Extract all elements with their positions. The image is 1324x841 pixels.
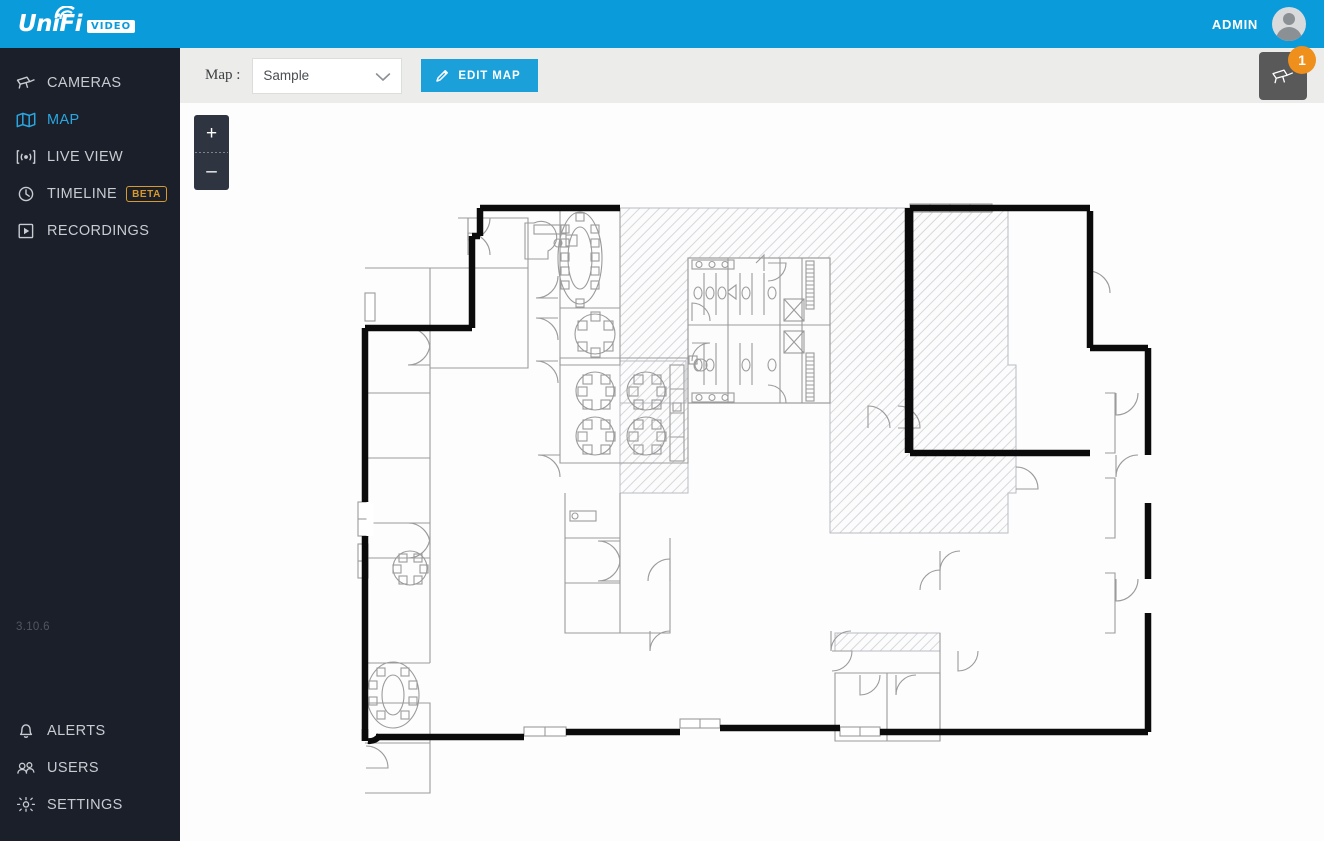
top-header: UniFi VIDEO ADMIN <box>0 0 1324 48</box>
sidebar-nav-top: CAMERAS MAP LIVE VIEW TIMELINE BETA RECO… <box>0 48 180 249</box>
pencil-icon <box>435 68 450 83</box>
live-view-icon <box>16 149 42 165</box>
sample-office-floorplan <box>357 203 1152 794</box>
map-label: Map : <box>205 67 241 83</box>
zoom-out-button[interactable] <box>194 153 229 190</box>
avatar[interactable] <box>1272 7 1306 41</box>
north-conference-table <box>557 211 603 308</box>
clock-icon <box>16 186 42 202</box>
core-restroom-block <box>687 253 831 404</box>
avatar-head <box>1283 13 1295 25</box>
camera-count-badge: 1 <box>1288 46 1316 74</box>
left-office-partitions <box>365 217 529 664</box>
bell-icon <box>16 722 42 739</box>
hatched-open-area-west <box>619 360 687 404</box>
office-desk-southwest <box>569 510 597 522</box>
sidebar-item-label: SETTINGS <box>47 796 123 813</box>
header-right-group: ADMIN <box>1212 7 1324 41</box>
zoom-in-button[interactable] <box>194 115 229 152</box>
users-icon <box>16 760 42 776</box>
east-wall-details <box>1105 392 1116 634</box>
sidebar-item-users[interactable]: USERS <box>0 749 180 786</box>
sidebar-item-alerts[interactable]: ALERTS <box>0 712 180 749</box>
camera-icon <box>16 75 42 91</box>
sidebar-item-label: USERS <box>47 759 99 776</box>
sidebar: CAMERAS MAP LIVE VIEW TIMELINE BETA RECO… <box>0 48 180 841</box>
sidebar-item-label: TIMELINE <box>47 185 118 202</box>
zoom-controls <box>194 115 229 190</box>
round-table-north <box>574 311 616 358</box>
map-icon <box>16 112 42 128</box>
sidebar-item-label: CAMERAS <box>47 74 122 91</box>
map-select-value: Sample <box>263 68 310 83</box>
version-label: 3.10.6 <box>16 621 50 633</box>
sidebar-item-label: LIVE VIEW <box>47 148 124 165</box>
unifi-video-app: UniFi VIDEO ADMIN CAMERAS MAP LIVE VIEW … <box>0 0 1324 841</box>
round-table-item <box>575 416 616 456</box>
sidebar-item-settings[interactable]: SETTINGS <box>0 786 180 823</box>
sidebar-item-timeline[interactable]: TIMELINE BETA <box>0 175 180 212</box>
chevron-down-icon <box>375 72 391 82</box>
admin-label[interactable]: ADMIN <box>1212 17 1258 32</box>
sidebar-item-live-view[interactable]: LIVE VIEW <box>0 138 180 175</box>
brand-logo[interactable]: UniFi VIDEO <box>0 0 180 48</box>
sidebar-item-cameras[interactable]: CAMERAS <box>0 64 180 101</box>
beta-badge: BETA <box>126 185 167 202</box>
sidebar-item-label: ALERTS <box>47 722 106 739</box>
sidebar-nav-bottom: ALERTS USERS SETTINGS <box>0 712 180 823</box>
gear-icon <box>16 796 42 813</box>
sidebar-item-label: RECORDINGS <box>47 222 150 239</box>
map-canvas[interactable] <box>180 103 1324 841</box>
play-box-icon <box>16 223 42 239</box>
map-toolbar: Map : Sample EDIT MAP <box>180 48 1324 103</box>
logo-video-badge: VIDEO <box>87 20 136 33</box>
hatched-corridor-south <box>834 632 941 652</box>
south-conference-table <box>366 661 420 729</box>
sidebar-item-map[interactable]: MAP <box>0 101 180 138</box>
wifi-arc-icon <box>54 6 76 20</box>
southwest-rooms-partitions <box>564 493 671 634</box>
edit-map-label: EDIT MAP <box>458 69 521 82</box>
round-table-item <box>575 371 616 411</box>
round-table-southwest <box>392 550 429 586</box>
map-select[interactable]: Sample <box>252 57 403 94</box>
sidebar-item-label: MAP <box>47 111 80 128</box>
avatar-body <box>1276 27 1302 41</box>
sidebar-item-recordings[interactable]: RECORDINGS <box>0 212 180 249</box>
edit-map-button[interactable]: EDIT MAP <box>421 59 538 92</box>
